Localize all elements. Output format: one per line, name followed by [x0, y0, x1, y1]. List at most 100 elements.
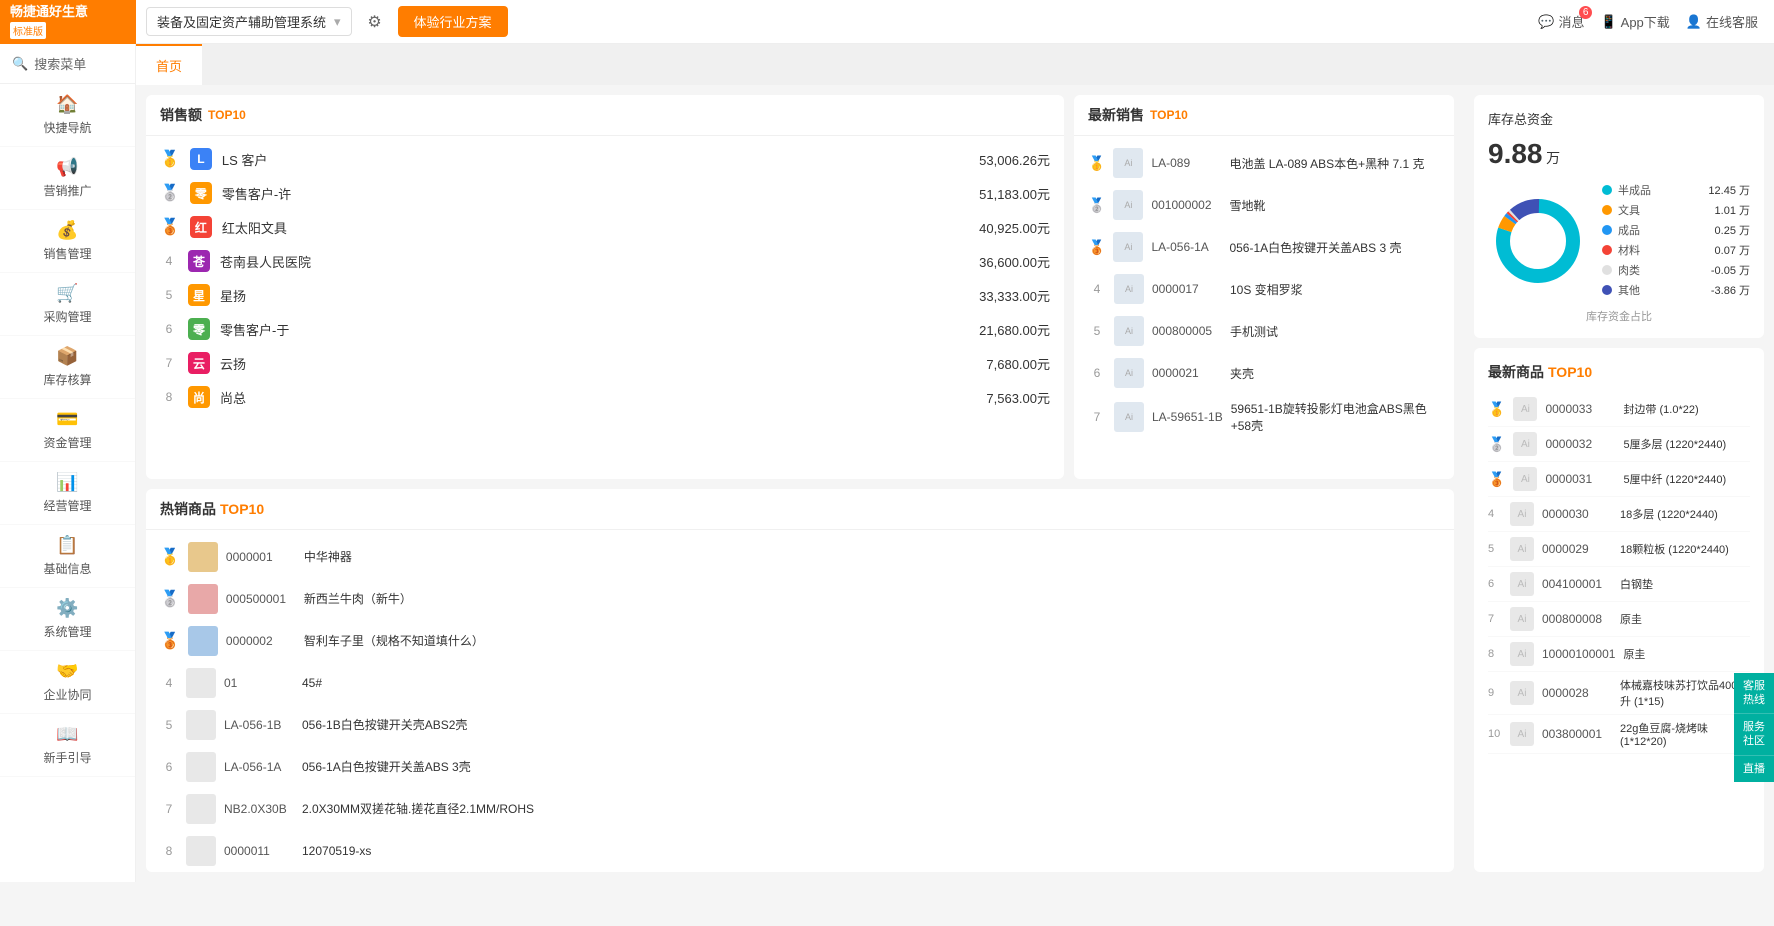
- sidebar-icon-10: 📖: [56, 724, 78, 745]
- product-name: 电池盖 LA-089 ABS本色+黑种 7.1 克: [1229, 155, 1440, 172]
- sidebar-label-6: 经营管理: [43, 497, 91, 514]
- system-selector[interactable]: 装备及固定资产辅助管理系统 ▾: [146, 7, 352, 36]
- live-broadcast-button[interactable]: 直播: [1734, 756, 1774, 782]
- sidebar-item-10[interactable]: 📖新手引导: [0, 714, 135, 777]
- sidebar-label-2: 销售管理: [43, 245, 91, 262]
- latest-products-header: 最新商品 TOP10: [1488, 362, 1750, 382]
- service-community-button[interactable]: 服务社区: [1734, 714, 1774, 756]
- sidebar-item-9[interactable]: 🤝企业协同: [0, 651, 135, 714]
- legend-value: -0.05 万: [1711, 262, 1750, 278]
- product-code: 0000017: [1152, 282, 1222, 296]
- service-icon: 👤: [1686, 14, 1702, 30]
- latest-code: 0000032: [1545, 437, 1615, 451]
- latest-rank-medal: 🥇: [1488, 401, 1505, 418]
- sidebar-item-1[interactable]: 📢营销推广: [0, 147, 135, 210]
- product-name: 中华神器: [304, 548, 1440, 565]
- legend-value: 1.01 万: [1715, 202, 1750, 218]
- rank-num: 5: [1088, 324, 1106, 338]
- customer-service-hotline-button[interactable]: 客服热线: [1734, 673, 1774, 715]
- product-code: 0000021: [1152, 366, 1222, 380]
- legend-dot: [1602, 185, 1612, 195]
- product-name: 056-1A白色按键开关盖ABS 3 壳: [1229, 239, 1440, 256]
- legend-item: 半成品 12.45 万: [1602, 182, 1750, 198]
- product-thumb: Ai: [1114, 402, 1144, 432]
- settings-icon[interactable]: ⚙: [360, 7, 390, 37]
- customer-name: 红太阳文具: [222, 218, 969, 237]
- latest-name: 封边带 (1.0*22): [1623, 401, 1750, 417]
- latest-thumb: Ai: [1510, 642, 1534, 666]
- latest-product-item: 🥇 Ai 0000033 封边带 (1.0*22): [1488, 392, 1750, 427]
- sidebar-item-8[interactable]: ⚙️系统管理: [0, 588, 135, 651]
- hot-product-item: 5 LA-056-1B 056-1B白色按键开关壳ABS2壳: [146, 704, 1454, 746]
- sidebar-label-9: 企业协同: [43, 686, 91, 703]
- latest-product-item: 🥈 Ai 0000032 5厘多层 (1220*2440): [1488, 427, 1750, 462]
- legend-value: -3.86 万: [1711, 282, 1750, 298]
- customer-list: 🥇 L LS 客户 53,006.26元 🥈 零 零售客户-许 51,183.0…: [146, 136, 1064, 479]
- sidebar-item-0[interactable]: 🏠快捷导航: [0, 84, 135, 147]
- app-download-button[interactable]: 📱 App下载: [1600, 12, 1669, 31]
- product-thumb: Ai: [1114, 316, 1144, 346]
- inventory-title: 库存总资金: [1488, 109, 1750, 128]
- messages-button[interactable]: 💬 消息 6: [1538, 12, 1584, 31]
- tab-home[interactable]: 首页: [136, 44, 202, 85]
- customer-amount: 7,680.00元: [986, 354, 1050, 373]
- product-thumb: Ai: [1113, 232, 1143, 262]
- rank-medal: 🥉: [1088, 239, 1105, 256]
- rank-medal: 🥈: [160, 589, 180, 609]
- search-menu[interactable]: 🔍 搜索菜单: [0, 44, 135, 84]
- rank-num: 8: [160, 844, 178, 858]
- customer-amount: 36,600.00元: [979, 252, 1050, 271]
- customer-name: 零售客户-许: [222, 184, 969, 203]
- sidebar-item-2[interactable]: 💰销售管理: [0, 210, 135, 273]
- product-name: 雪地靴: [1229, 197, 1440, 214]
- hot-products-header: 热销商品 TOP10: [146, 489, 1454, 530]
- latest-code: 10000100001: [1542, 647, 1615, 661]
- customer-tag: 零: [190, 182, 212, 204]
- hot-products-list: 🥇 0000001 中华神器 🥈 000500001 新西兰牛肉（新牛） 🥉 0…: [146, 530, 1454, 873]
- latest-name: 5厘多层 (1220*2440): [1623, 436, 1750, 452]
- product-code: 0000001: [226, 550, 296, 564]
- sidebar-item-3[interactable]: 🛒采购管理: [0, 273, 135, 336]
- latest-product-item: 10 Ai 003800001 22g鱼豆腐-烧烤味 (1*12*20): [1488, 715, 1750, 754]
- product-thumb: Ai: [1114, 274, 1144, 304]
- product-code: LA-056-1A: [1151, 240, 1221, 254]
- customer-name: LS 客户: [222, 150, 969, 169]
- hot-product-item: 🥉 0000002 智利车子里（规格不知道填什么）: [146, 620, 1454, 662]
- latest-name: 体械嘉枝味苏打饮品400毫升 (1*15): [1620, 677, 1750, 709]
- rank-medal: 🥈: [1088, 197, 1105, 214]
- sidebar-item-6[interactable]: 📊经营管理: [0, 462, 135, 525]
- sidebar-item-5[interactable]: 💳资金管理: [0, 399, 135, 462]
- trial-button[interactable]: 体验行业方案: [398, 6, 508, 37]
- product-code: LA-59651-1B: [1152, 410, 1223, 424]
- product-name: 新西兰牛肉（新牛）: [304, 590, 1440, 607]
- customer-tag: 红: [190, 216, 212, 238]
- sidebar-item-4[interactable]: 📦库存核算: [0, 336, 135, 399]
- latest-thumb: Ai: [1510, 607, 1534, 631]
- legend-label: 其他: [1618, 282, 1705, 298]
- product-code: LA-056-1A: [224, 760, 294, 774]
- logo-badge: 标准版: [10, 22, 46, 39]
- online-service-button[interactable]: 👤 在线客服: [1686, 12, 1758, 31]
- messages-badge: 6: [1579, 6, 1593, 19]
- hot-product-item: 🥇 0000001 中华神器: [146, 536, 1454, 578]
- rank-num: 5: [160, 288, 178, 302]
- rank-num: 6: [160, 760, 178, 774]
- rank-medal: 🥇: [160, 547, 180, 567]
- content-area: 首页 销售额 TOP10 🥇 L LS 客户 53,006.26元 🥈 零: [136, 44, 1774, 882]
- latest-sales-panel: 最新销售 TOP10 🥇 Ai LA-089 电池盖 LA-089 ABS本色+…: [1074, 95, 1454, 479]
- rank-num: 6: [160, 322, 178, 336]
- latest-products-list: 🥇 Ai 0000033 封边带 (1.0*22) 🥈 Ai 0000032 5…: [1488, 392, 1750, 754]
- latest-code: 000800008: [1542, 612, 1612, 626]
- latest-sales-header: 最新销售 TOP10: [1074, 95, 1454, 136]
- legend-value: 0.25 万: [1715, 222, 1750, 238]
- latest-code: 0000033: [1545, 402, 1615, 416]
- product-code: 001000002: [1151, 198, 1221, 212]
- customer-list-item: 🥇 L LS 客户 53,006.26元: [146, 142, 1064, 176]
- latest-sales-list: 🥇 Ai LA-089 电池盖 LA-089 ABS本色+黑种 7.1 克 🥈 …: [1074, 136, 1454, 479]
- sidebar-icon-1: 📢: [56, 157, 78, 178]
- rank-num: 6: [1088, 366, 1106, 380]
- message-icon: 💬: [1538, 14, 1554, 30]
- customer-list-item: 4 苍 苍南县人民医院 36,600.00元: [146, 244, 1064, 278]
- customer-amount: 40,925.00元: [979, 218, 1050, 237]
- sidebar-item-7[interactable]: 📋基础信息: [0, 525, 135, 588]
